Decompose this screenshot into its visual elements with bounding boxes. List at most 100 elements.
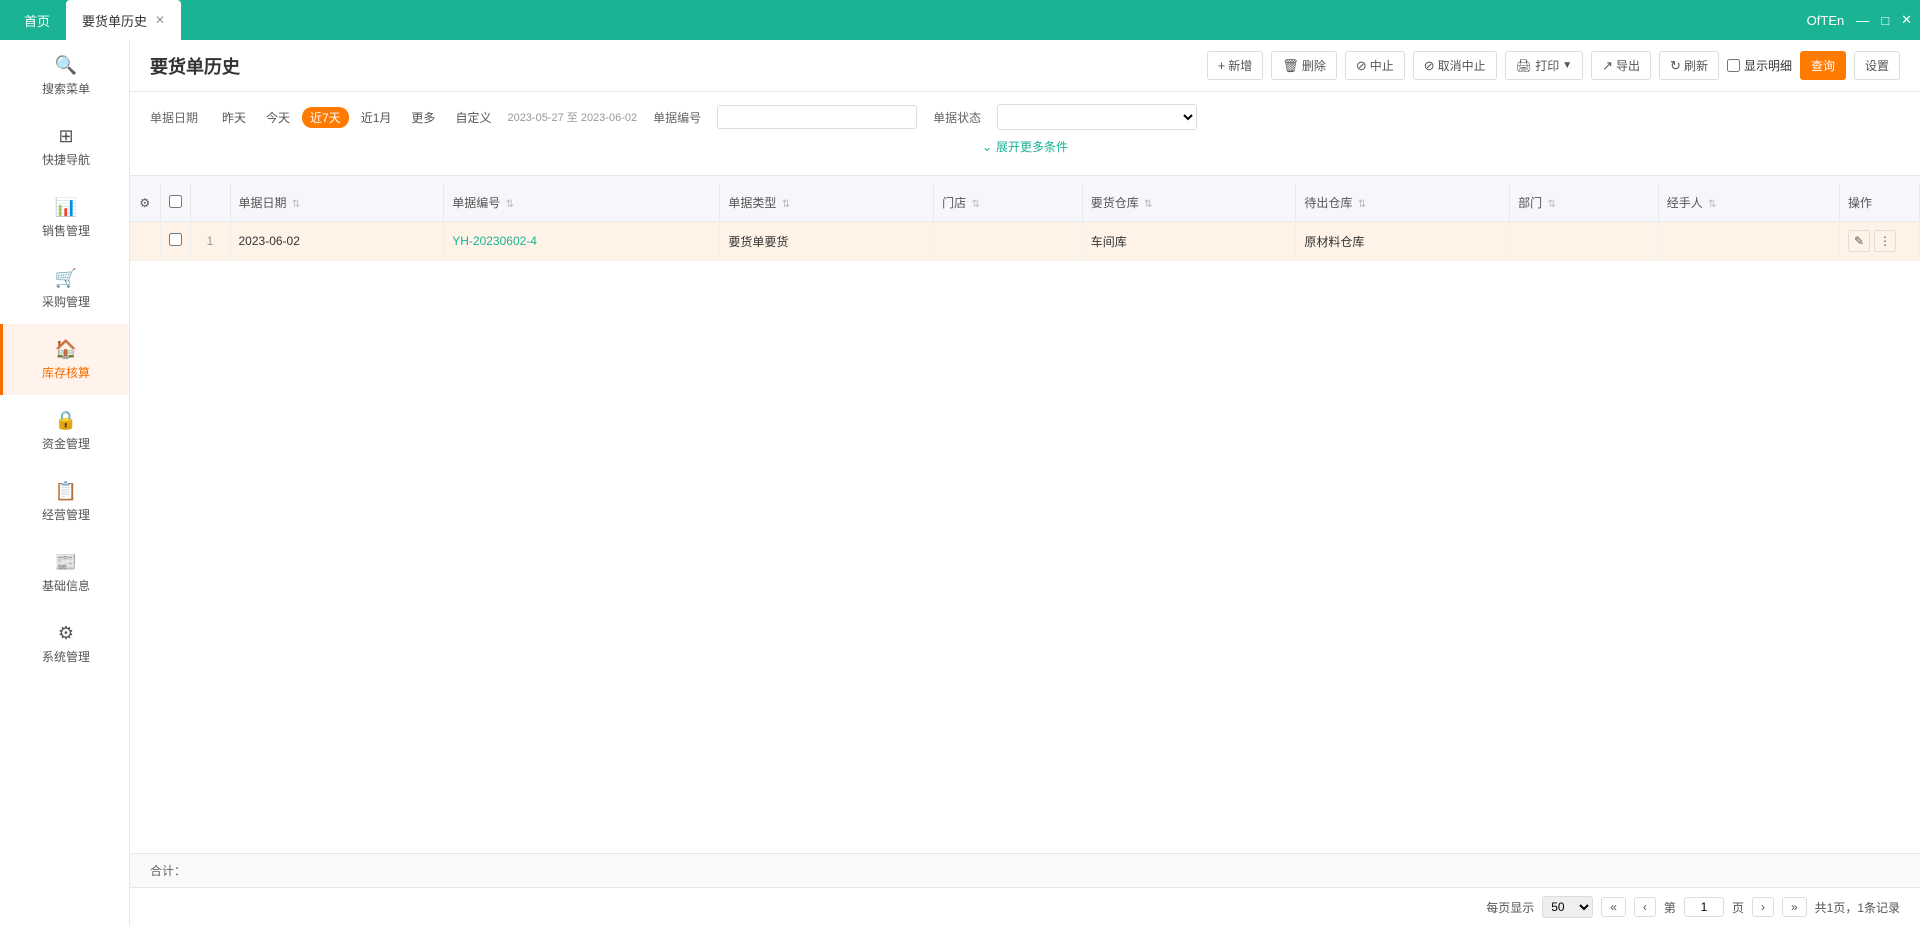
- finance-mgmt-icon: 🔒: [55, 409, 77, 431]
- close-button[interactable]: ✕: [1901, 12, 1912, 28]
- refresh-icon: ↻: [1670, 58, 1681, 74]
- row-checkbox[interactable]: [169, 233, 182, 246]
- sidebar-item-finance-mgmt[interactable]: 🔒 资金管理: [0, 395, 129, 466]
- table-row: 1 2023-06-02 YH-20230602-4 要货单要货 车间库 原材料…: [130, 222, 1920, 261]
- print-icon: 🖨: [1516, 58, 1533, 74]
- col-pending-warehouse: 待出仓库 ⇅: [1296, 184, 1510, 222]
- col-department: 部门 ⇅: [1510, 184, 1659, 222]
- sidebar-item-system-mgmt[interactable]: ⚙ 系统管理: [0, 608, 129, 679]
- date-btn-yesterday[interactable]: 昨天: [214, 107, 254, 128]
- content-area: 要货单历史 + 新增 🗑 删除 ⊘ 中止 ⊘ 取消中止: [130, 40, 1920, 926]
- sidebar-item-purchase-mgmt[interactable]: 🛒 采购管理: [0, 253, 129, 324]
- stop-icon: ⊘: [1356, 58, 1367, 74]
- refresh-button[interactable]: ↻ 刷新: [1659, 51, 1719, 80]
- col-bill-no: 单据编号 ⇅: [444, 184, 720, 222]
- expand-more-button[interactable]: ⌄ 展开更多条件: [982, 138, 1068, 155]
- row-store: [934, 222, 1083, 261]
- row-more-icon[interactable]: ⋮: [1874, 230, 1896, 252]
- per-page-select[interactable]: 50 10 20 100: [1542, 896, 1593, 918]
- date-btn-more[interactable]: 更多: [403, 107, 443, 128]
- sort-date-icon[interactable]: ⇅: [292, 199, 300, 210]
- sidebar-item-basic-info[interactable]: 📰 基础信息: [0, 537, 129, 608]
- date-filter-label: 单据日期: [150, 109, 198, 126]
- sidebar-item-sales-mgmt[interactable]: 📊 销售管理: [0, 182, 129, 253]
- sidebar-item-operations-mgmt[interactable]: 📋 经营管理: [0, 466, 129, 537]
- minimize-button[interactable]: —: [1856, 13, 1869, 28]
- bill-no-link[interactable]: YH-20230602-4: [452, 234, 537, 248]
- row-bill-type: 要货单要货: [720, 222, 934, 261]
- maximize-button[interactable]: □: [1881, 13, 1889, 28]
- date-btn-1month[interactable]: 近1月: [353, 107, 400, 128]
- page-header: 要货单历史 + 新增 🗑 删除 ⊘ 中止 ⊘ 取消中止: [130, 40, 1920, 92]
- status-label: 单据状态: [933, 109, 981, 126]
- row-edit-icon[interactable]: ✎: [1848, 230, 1870, 252]
- table-footer: 合计：: [130, 853, 1920, 887]
- quick-nav-icon: ⊞: [55, 125, 77, 147]
- pagination: 每页显示 50 10 20 100 « ‹ 第 页 › » 共1页，1条记录: [130, 887, 1920, 926]
- row-actions-cell: ✎ ⋮: [1840, 222, 1920, 261]
- delete-button[interactable]: 🗑 删除: [1271, 51, 1337, 80]
- sales-mgmt-icon: 📊: [55, 196, 77, 218]
- data-table: ⚙ 单据日期 ⇅ 单据编号 ⇅: [130, 184, 1920, 261]
- date-btn-7days[interactable]: 近7天: [302, 107, 349, 128]
- select-all-checkbox[interactable]: [169, 195, 182, 208]
- stop-button[interactable]: ⊘ 中止: [1345, 51, 1405, 80]
- tab-home[interactable]: 首页: [8, 0, 66, 40]
- basic-info-icon: 📰: [55, 551, 77, 573]
- sidebar-item-quick-nav[interactable]: ⊞ 快捷导航: [0, 111, 129, 182]
- show-detail-checkbox[interactable]: [1727, 59, 1740, 72]
- settings-button[interactable]: 设置: [1854, 51, 1900, 80]
- col-checkbox: [160, 184, 190, 222]
- last-page-button[interactable]: »: [1782, 897, 1807, 917]
- sort-store-icon[interactable]: ⇅: [971, 199, 979, 210]
- col-handler: 经手人 ⇅: [1658, 184, 1839, 222]
- date-btn-today[interactable]: 今天: [258, 107, 298, 128]
- col-store: 门店 ⇅: [934, 184, 1083, 222]
- status-select[interactable]: [997, 104, 1197, 130]
- print-dropdown-icon: ▼: [1562, 60, 1572, 71]
- col-settings: ⚙: [130, 184, 160, 222]
- sidebar-item-inventory[interactable]: 🏠 库存核算: [0, 324, 129, 395]
- sort-pending-warehouse-icon[interactable]: ⇅: [1358, 199, 1366, 210]
- per-page-label: 每页显示: [1486, 899, 1534, 916]
- settings-icon[interactable]: ⚙: [139, 196, 150, 210]
- page-suffix: 页: [1732, 899, 1744, 916]
- tab-bar: 首页 要货单历史 ✕: [8, 0, 1807, 40]
- export-button[interactable]: ↗ 导出: [1591, 51, 1651, 80]
- query-button[interactable]: 查询: [1800, 51, 1846, 80]
- sort-handler-icon[interactable]: ⇅: [1708, 199, 1716, 210]
- table-container: ⚙ 单据日期 ⇅ 单据编号 ⇅: [130, 184, 1920, 853]
- system-mgmt-icon: ⚙: [55, 622, 77, 644]
- print-button[interactable]: 🖨 打印 ▼: [1505, 51, 1583, 80]
- add-button[interactable]: + 新增: [1207, 51, 1264, 80]
- row-bill-no: YH-20230602-4: [444, 222, 720, 261]
- export-icon: ↗: [1602, 58, 1613, 74]
- page-number-input[interactable]: [1684, 897, 1724, 917]
- sort-bill-no-icon[interactable]: ⇅: [506, 199, 514, 210]
- cancel-stop-button[interactable]: ⊘ 取消中止: [1413, 51, 1497, 80]
- row-num: 1: [190, 222, 230, 261]
- prev-page-button[interactable]: ‹: [1634, 897, 1656, 917]
- col-bill-type: 单据类型 ⇅: [720, 184, 934, 222]
- col-req-warehouse: 要货仓库 ⇅: [1082, 184, 1296, 222]
- filter-dates: 昨天 今天 近7天 近1月 更多 自定义 2023-05-27 至 2023-0…: [214, 107, 637, 128]
- tab-close-icon[interactable]: ✕: [155, 13, 165, 27]
- sort-department-icon[interactable]: ⇅: [1548, 199, 1556, 210]
- sidebar-item-search-menu[interactable]: 🔍 搜索菜单: [0, 40, 129, 111]
- toolbar: + 新增 🗑 删除 ⊘ 中止 ⊘ 取消中止 🖨 打印: [1207, 51, 1900, 80]
- col-actions: 操作: [1840, 184, 1920, 222]
- sort-bill-type-icon[interactable]: ⇅: [782, 199, 790, 210]
- row-handler: [1658, 222, 1839, 261]
- sort-req-warehouse-icon[interactable]: ⇅: [1144, 199, 1152, 210]
- first-page-button[interactable]: «: [1601, 897, 1626, 917]
- tab-requisition-history[interactable]: 要货单历史 ✕: [66, 0, 181, 40]
- show-detail-toggle[interactable]: 显示明细: [1727, 57, 1792, 74]
- col-date: 单据日期 ⇅: [230, 184, 444, 222]
- bill-no-input[interactable]: [717, 105, 917, 129]
- window-controls: OfTEn — □ ✕: [1807, 12, 1912, 28]
- row-pending-warehouse: 原材料仓库: [1296, 222, 1510, 261]
- main-layout: 🔍 搜索菜单 ⊞ 快捷导航 📊 销售管理 🛒 采购管理 🏠 库存核算 🔒 资金管…: [0, 40, 1920, 926]
- date-btn-custom[interactable]: 自定义: [447, 107, 499, 128]
- next-page-button[interactable]: ›: [1752, 897, 1774, 917]
- row-settings: [130, 222, 160, 261]
